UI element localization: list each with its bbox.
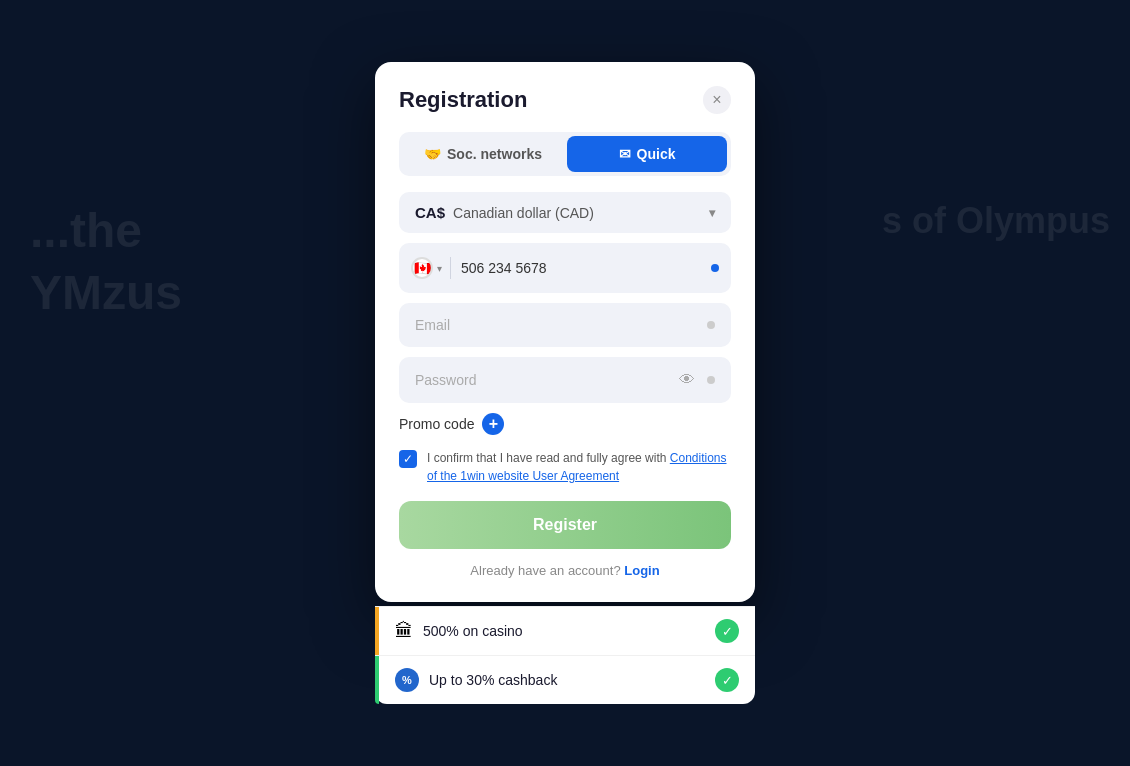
casino-icon: 🏛 bbox=[395, 621, 413, 642]
bonus-stripe-casino bbox=[375, 607, 379, 655]
currency-name: Canadian dollar (CAD) bbox=[453, 205, 594, 221]
tab-row: 🤝 Soc. networks ✉ Quick bbox=[399, 132, 731, 176]
currency-selector[interactable]: CA$ Canadian dollar (CAD) ▾ bbox=[399, 192, 731, 233]
modal-title: Registration bbox=[399, 87, 527, 113]
tab-soc-networks[interactable]: 🤝 Soc. networks bbox=[403, 136, 563, 172]
email-field-wrapper bbox=[399, 303, 731, 347]
bonus-casino-text: 500% on casino bbox=[423, 623, 523, 639]
tab-soc-label: Soc. networks bbox=[447, 146, 542, 162]
flag-chevron-icon: ▾ bbox=[437, 263, 442, 274]
phone-input[interactable] bbox=[461, 260, 703, 276]
bonus-cards: 🏛 500% on casino ✓ % Up to 30% cashback … bbox=[375, 606, 755, 704]
checkmark-icon: ✓ bbox=[403, 452, 413, 466]
bonus-casino-check: ✓ bbox=[715, 619, 739, 643]
bonus-stripe-cashback bbox=[375, 656, 379, 704]
password-indicator bbox=[707, 376, 715, 384]
bonus-casino-card: 🏛 500% on casino ✓ bbox=[375, 606, 755, 655]
bonus-cashback-check: ✓ bbox=[715, 668, 739, 692]
promo-plus-button[interactable]: + bbox=[482, 413, 504, 435]
email-indicator bbox=[707, 321, 715, 329]
canada-flag-icon: 🇨🇦 bbox=[411, 257, 433, 279]
phone-row: 🇨🇦 ▾ bbox=[399, 243, 731, 293]
bonus-cashback-card: % Up to 30% cashback ✓ bbox=[375, 655, 755, 704]
login-prompt: Already have an account? bbox=[470, 563, 620, 578]
registration-modal: Registration × 🤝 Soc. networks ✉ Quick C… bbox=[375, 62, 755, 602]
soc-icon: 🤝 bbox=[424, 146, 441, 162]
country-selector[interactable]: 🇨🇦 ▾ bbox=[411, 257, 451, 279]
login-link[interactable]: Login bbox=[624, 563, 659, 578]
tab-quick-label: Quick bbox=[637, 146, 676, 162]
bg-text-left: ...theYMzus bbox=[30, 200, 182, 325]
tab-quick[interactable]: ✉ Quick bbox=[567, 136, 727, 172]
bg-text-right: s of Olympus bbox=[882, 200, 1110, 242]
register-button[interactable]: Register bbox=[399, 501, 731, 549]
modal-header: Registration × bbox=[399, 86, 731, 114]
agree-checkbox[interactable]: ✓ bbox=[399, 450, 417, 468]
promo-row: Promo code + bbox=[399, 413, 731, 435]
email-input[interactable] bbox=[415, 317, 699, 333]
chevron-down-icon: ▾ bbox=[709, 206, 715, 220]
eye-icon[interactable]: 👁 bbox=[679, 371, 695, 389]
phone-indicator bbox=[711, 264, 719, 272]
password-field-wrapper: 👁 bbox=[399, 357, 731, 403]
login-row: Already have an account? Login bbox=[399, 563, 731, 578]
close-button[interactable]: × bbox=[703, 86, 731, 114]
agree-text: I confirm that I have read and fully agr… bbox=[427, 449, 731, 485]
password-input[interactable] bbox=[415, 372, 679, 388]
currency-code: CA$ bbox=[415, 204, 445, 221]
agree-row: ✓ I confirm that I have read and fully a… bbox=[399, 449, 731, 485]
promo-label: Promo code bbox=[399, 416, 474, 432]
modal-wrapper: Registration × 🤝 Soc. networks ✉ Quick C… bbox=[375, 62, 755, 704]
email-icon: ✉ bbox=[619, 146, 631, 162]
cashback-icon: % bbox=[395, 668, 419, 692]
close-icon: × bbox=[712, 91, 721, 109]
bonus-cashback-text: Up to 30% cashback bbox=[429, 672, 557, 688]
